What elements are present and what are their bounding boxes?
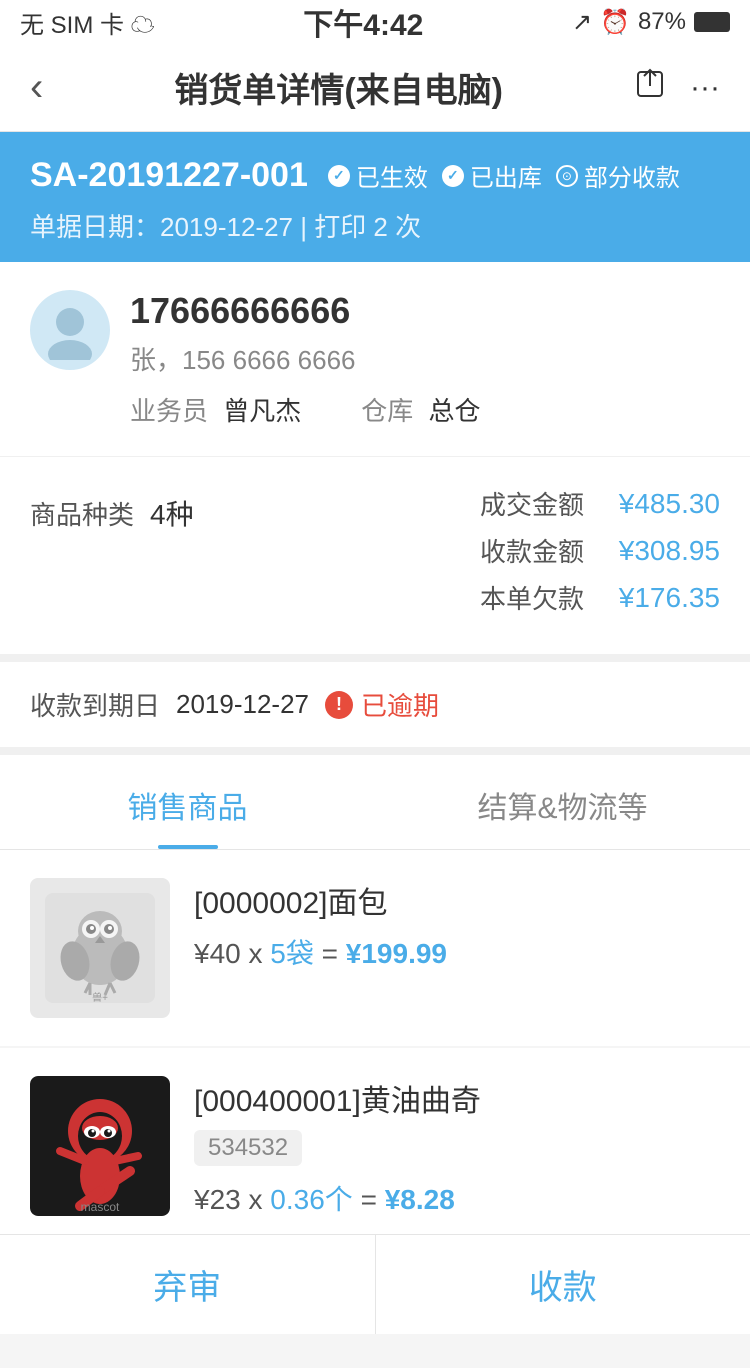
check-icon-2: ✓ bbox=[442, 165, 464, 187]
product-item-1: 兽+ [0000002]面包 ¥40 x 5袋 = ¥199.99 bbox=[0, 850, 750, 1046]
product-details-1: [0000002]面包 ¥40 x 5袋 = ¥199.99 bbox=[194, 878, 720, 972]
product-types: 商品种类 4种 bbox=[30, 493, 318, 533]
product-name-2: [000400001]黄油曲奇 bbox=[194, 1076, 720, 1120]
status-badges: ✓ 已生效 ✓ 已出库 ⊙ 部分收款 bbox=[328, 158, 680, 193]
overdue-icon: ! bbox=[325, 691, 353, 719]
warehouse-value: 总仓 bbox=[429, 396, 481, 426]
status-right: ↗ ⏰ 87% bbox=[572, 8, 730, 37]
due-section: 收款到期日 2019-12-27 ! 已逾期 bbox=[0, 662, 750, 755]
product-thumb-1: 兽+ bbox=[30, 878, 170, 1018]
warehouse-label: 仓库 bbox=[361, 396, 413, 426]
product-unit-price-2: ¥23 bbox=[194, 1184, 241, 1215]
product-thumb-2: mascot bbox=[30, 1076, 170, 1216]
svg-text:兽+: 兽+ bbox=[92, 991, 108, 1003]
deal-amount-value: ¥485.30 bbox=[600, 488, 720, 520]
confirm-button[interactable]: 收款 bbox=[376, 1235, 750, 1334]
customer-sub: 张，156 6666 6666 bbox=[130, 340, 720, 377]
order-header: SA-20191227-001 ✓ 已生效 ✓ 已出库 ⊙ 部分收款 单据日期：… bbox=[0, 132, 750, 262]
stats-right: 成交金额 ¥485.30 收款金额 ¥308.95 本单欠款 ¥176.35 bbox=[318, 485, 721, 626]
product-types-count: 4种 bbox=[150, 493, 194, 533]
deal-amount-row: 成交金额 ¥485.30 bbox=[318, 485, 721, 522]
customer-name: 17666666666 bbox=[130, 290, 720, 332]
due-date: 2019-12-27 bbox=[176, 689, 309, 720]
clock-icon: ⊙ bbox=[556, 165, 578, 187]
status-left: 无 SIM 卡 ☁ bbox=[20, 5, 155, 40]
product-qty-2: 0.36个 bbox=[270, 1184, 353, 1215]
balance-value: ¥176.35 bbox=[600, 582, 720, 614]
stats-section: 商品种类 4种 成交金额 ¥485.30 收款金额 ¥308.95 本单欠款 ¥… bbox=[0, 457, 750, 662]
product-image-2: mascot bbox=[30, 1076, 170, 1216]
badge-activated: ✓ 已生效 bbox=[328, 158, 428, 193]
balance-label: 本单欠款 bbox=[480, 579, 584, 616]
alarm-icon: ⏰ bbox=[600, 8, 630, 37]
tab-settlement[interactable]: 结算&物流等 bbox=[375, 755, 750, 849]
product-details-2: [000400001]黄油曲奇 534532 ¥23 x 0.36个 = ¥8.… bbox=[194, 1076, 720, 1218]
svg-text:mascot: mascot bbox=[81, 1200, 120, 1214]
customer-meta: 业务员 曾凡杰 仓库 总仓 bbox=[130, 391, 720, 428]
share-button[interactable] bbox=[634, 68, 666, 108]
battery-level: 87% bbox=[638, 8, 686, 36]
overdue-label: 已逾期 bbox=[361, 686, 439, 723]
balance-row: 本单欠款 ¥176.35 bbox=[318, 579, 721, 616]
page-title: 销货单详情(来自电脑) bbox=[174, 63, 503, 112]
product-price-2: ¥23 x 0.36个 = ¥8.28 bbox=[194, 1178, 720, 1218]
battery-icon bbox=[694, 12, 730, 32]
nav-bar: ‹ 销货单详情(来自电脑) ··· bbox=[0, 44, 750, 132]
customer-info: 17666666666 张，156 6666 6666 业务员 曾凡杰 仓库 总… bbox=[130, 290, 720, 428]
order-date: 单据日期：2019-12-27 | 打印 2 次 bbox=[30, 207, 720, 244]
tab-sales-goods[interactable]: 销售商品 bbox=[0, 755, 375, 849]
product-price-1: ¥40 x 5袋 = ¥199.99 bbox=[194, 932, 720, 972]
tabs: 销售商品 结算&物流等 bbox=[0, 755, 750, 850]
check-icon-1: ✓ bbox=[328, 165, 350, 187]
product-types-label: 商品种类 bbox=[30, 495, 134, 532]
order-id: SA-20191227-001 bbox=[30, 156, 308, 195]
product-item-2: mascot [000400001]黄油曲奇 534532 ¥23 x 0.36… bbox=[0, 1048, 750, 1246]
customer-avatar bbox=[30, 290, 110, 370]
status-bar: 无 SIM 卡 ☁ 下午4:42 ↗ ⏰ 87% bbox=[0, 0, 750, 44]
payment-row: 收款金额 ¥308.95 bbox=[318, 532, 721, 569]
more-button[interactable]: ··· bbox=[690, 71, 720, 105]
status-time: 下午4:42 bbox=[303, 0, 423, 44]
product-unit-price-1: ¥40 bbox=[194, 938, 241, 969]
salesperson-label: 业务员 bbox=[130, 396, 208, 426]
sim-status: 无 SIM 卡 ☁ bbox=[20, 5, 155, 40]
share-icon bbox=[634, 68, 666, 100]
due-label: 收款到期日 bbox=[30, 686, 160, 723]
stats-left: 商品种类 4种 bbox=[30, 485, 318, 626]
bottom-bar: 弃审 收款 bbox=[0, 1234, 750, 1334]
product-name-1: [0000002]面包 bbox=[194, 878, 720, 922]
back-button[interactable]: ‹ bbox=[30, 65, 43, 110]
salesperson-value: 曾凡杰 bbox=[223, 396, 301, 426]
cancel-button[interactable]: 弃审 bbox=[0, 1235, 376, 1334]
avatar-icon bbox=[40, 300, 100, 360]
payment-value: ¥308.95 bbox=[600, 535, 720, 567]
payment-label: 收款金额 bbox=[480, 532, 584, 569]
overdue-badge: ! 已逾期 bbox=[325, 686, 439, 723]
badge-shipped: ✓ 已出库 bbox=[442, 158, 542, 193]
product-total-1: ¥199.99 bbox=[346, 938, 447, 969]
badge-partial-payment: ⊙ 部分收款 bbox=[556, 158, 680, 193]
deal-amount-label: 成交金额 bbox=[480, 485, 584, 522]
product-total-2: ¥8.28 bbox=[385, 1184, 455, 1215]
customer-section: 17666666666 张，156 6666 6666 业务员 曾凡杰 仓库 总… bbox=[0, 262, 750, 457]
product-sku-2: 534532 bbox=[194, 1130, 302, 1166]
location-icon: ↗ bbox=[572, 8, 592, 37]
nav-actions: ··· bbox=[634, 68, 720, 108]
product-qty-1: 5袋 bbox=[270, 938, 314, 969]
product-image-1: 兽+ bbox=[45, 893, 155, 1003]
